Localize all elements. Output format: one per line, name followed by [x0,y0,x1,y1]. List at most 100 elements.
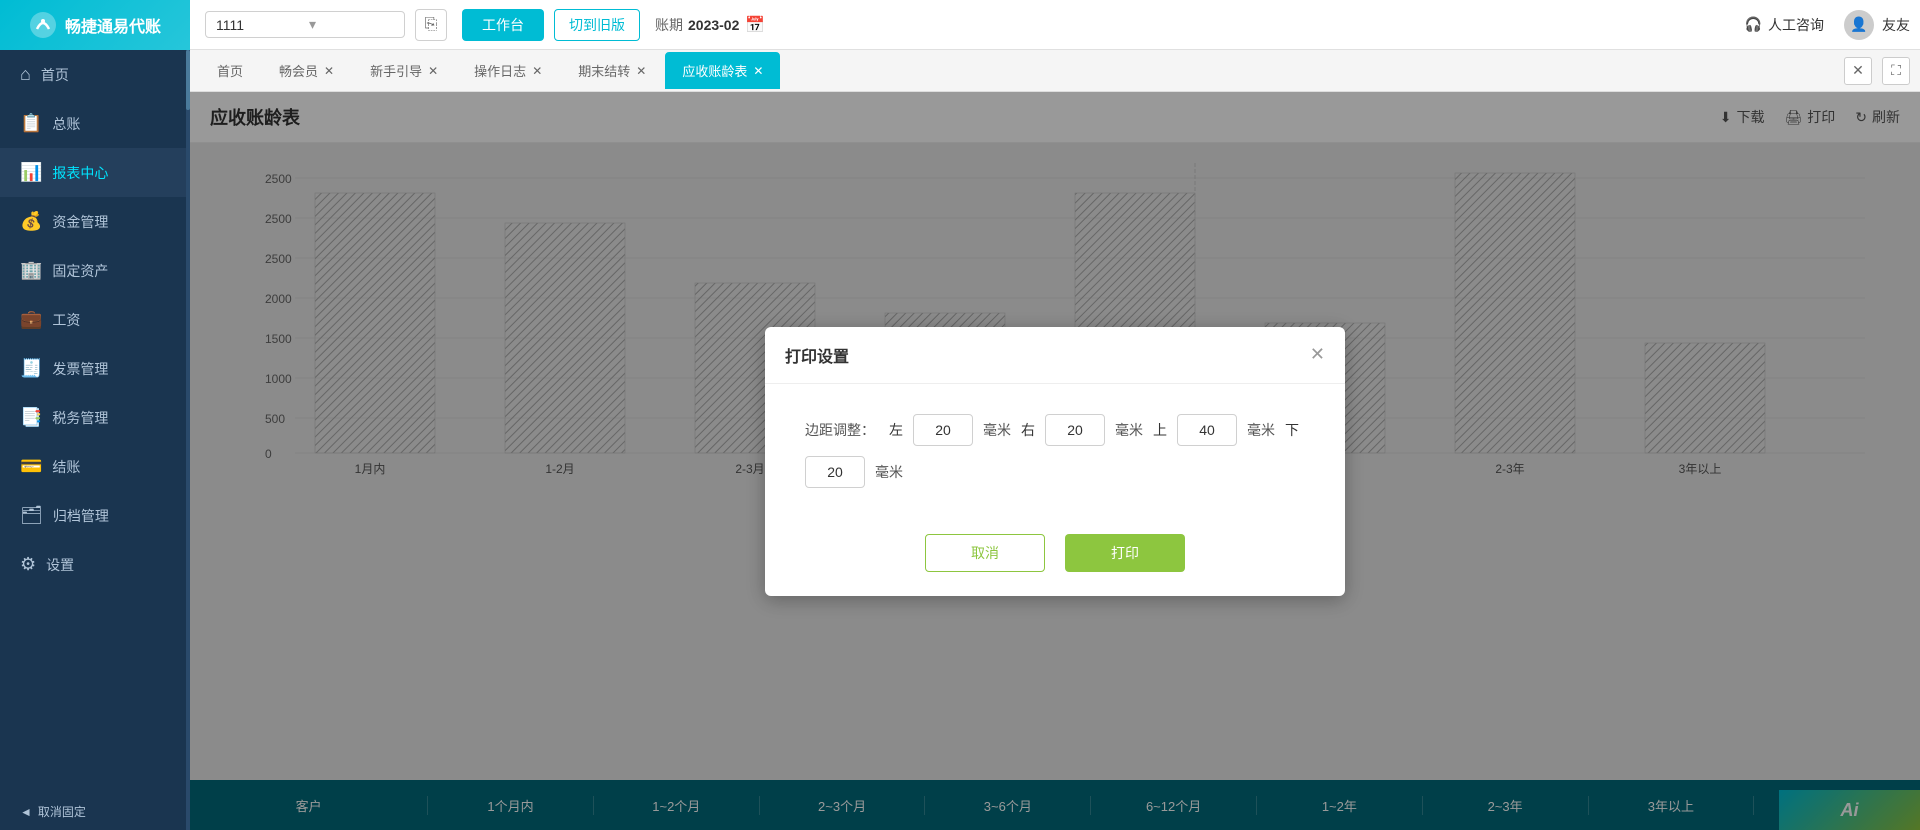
right-unit: 毫米 [1115,420,1143,440]
logo-text: 畅捷通易代账 [65,13,161,37]
calendar-icon[interactable]: 📅 [745,15,765,35]
sidebar-item-ledger[interactable]: 📋总账 [0,99,190,148]
sidebar-item-reports[interactable]: 📊 报表中心 [0,148,190,197]
right-direction-label: 右 [1021,420,1035,440]
modal-body: 边距调整： 左 毫米 右 毫米 上 毫米 下 毫米 [765,384,1345,518]
sidebar-items: ⌂ 首页 📋总账 📊 报表中心 💰 资金管理 🏢 固定资产 💼 工资 🧾发票管理 📑 税务管理 💳 结账 🗂 归档… [0,50,190,589]
tab-首页[interactable]: 首页 [200,52,260,89]
sidebar-label-funds: 资金管理 [52,212,108,232]
assets-icon: 🏢 [20,260,42,281]
sidebar: ⌂ 首页 📋总账 📊 报表中心 💰 资金管理 🏢 固定资产 💼 工资 🧾发票管理 📑 税务管理 💳 结账 🗂 归档… [0,50,190,830]
left-unit: 毫米 [983,420,1011,440]
tab-close-icon[interactable]: ✕ [532,64,542,78]
reports-icon: 📊 [20,162,42,183]
salary-icon: 💼 [20,309,42,330]
logo: 畅捷通易代账 [0,0,190,50]
sidebar-item-archive[interactable]: 🗂 归档管理 [0,491,190,540]
service-label: 人工咨询 [1768,15,1824,35]
tab-close-icon[interactable]: ✕ [324,64,334,78]
tabs-container: 首页畅会员✕新手引导✕操作日志✕期末结转✕应收账龄表✕ [200,52,782,89]
ledger-icon: 📋 [20,113,42,134]
sidebar-label-tax: 税务管理 [52,408,108,428]
tab-新手引导[interactable]: 新手引导 ✕ [353,52,455,89]
tab-label: 畅会员 [279,61,318,80]
print-confirm-button[interactable]: 打印 [1065,534,1185,572]
sidebar-item-invoice[interactable]: 🧾发票管理 [0,344,190,393]
margin-row: 边距调整： 左 毫米 右 毫米 上 毫米 下 毫米 [805,414,1305,488]
settings-icon: ⚙ [20,554,36,575]
funds-icon: 💰 [20,211,42,232]
sidebar-label-home: 首页 [41,65,69,85]
sidebar-collapse-button[interactable]: ◄ 取消固定 [0,793,190,830]
switch-old-button[interactable]: 切到旧版 [554,9,640,41]
tab-label: 操作日志 [474,61,526,80]
print-settings-modal: 打印设置 ✕ 边距调整： 左 毫米 右 毫米 上 [765,327,1345,596]
sidebar-label-settle: 结账 [52,457,80,477]
tab-期末结转[interactable]: 期末结转✕ [561,52,663,89]
sidebar-label-reports: 报表中心 [52,163,108,183]
tab-close-icon[interactable]: ✕ [428,64,438,78]
tab-应收账龄表[interactable]: 应收账龄表 ✕ [665,52,780,89]
tabs-bar: 首页畅会员✕新手引导✕操作日志✕期末结转✕应收账龄表✕ ✕ ⛶ [190,50,1920,92]
archive-icon: 🗂 [20,505,43,526]
service-button[interactable]: 🎧 人工咨询 [1745,15,1824,35]
tab-畅会员[interactable]: 畅会员 ✕ [262,52,351,89]
tabs-right-actions: ✕ ⛶ [1844,57,1910,85]
top-unit: 毫米 [1247,420,1275,440]
modal-header: 打印设置 ✕ [765,327,1345,384]
workbench-button[interactable]: 工作台 [462,9,544,41]
tab-label: 应收账龄表 [682,61,747,80]
copy-icon-button[interactable]: ⎘ [415,9,447,41]
modal-close-button[interactable]: ✕ [1310,344,1325,365]
right-margin-input[interactable] [1045,414,1105,446]
sidebar-item-settings[interactable]: ⚙ 设置 [0,540,190,589]
user-label: 友友 [1882,15,1910,35]
settle-icon: 💳 [20,456,42,477]
tab-label: 新手引导 [370,61,422,80]
main-layout: ⌂ 首页 📋总账 📊 报表中心 💰 资金管理 🏢 固定资产 💼 工资 🧾发票管理 📑 税务管理 💳 结账 🗂 归档… [0,50,1920,830]
user-area[interactable]: 👤 友友 [1844,10,1910,40]
sidebar-label-settings: 设置 [46,555,74,575]
collapse-label: 取消固定 [38,803,86,820]
collapse-icon: ◄ [20,805,32,819]
close-tab-button[interactable]: ✕ [1844,57,1872,85]
company-selector[interactable]: 1111 ▾ [205,11,405,38]
company-dropdown-icon: ▾ [309,16,394,33]
bottom-unit: 毫米 [875,462,903,482]
user-icon: 👤 [1850,16,1867,33]
modal-title: 打印设置 [785,343,849,367]
bottom-margin-input[interactable] [805,456,865,488]
cancel-button[interactable]: 取消 [925,534,1045,572]
tab-label: 首页 [217,61,243,80]
copy-icon: ⎘ [425,16,438,34]
sidebar-item-assets[interactable]: 🏢 固定资产 [0,246,190,295]
tab-close-icon[interactable]: ✕ [636,64,646,78]
top-margin-input[interactable] [1177,414,1237,446]
sidebar-item-funds[interactable]: 💰 资金管理 [0,197,190,246]
avatar: 👤 [1844,10,1874,40]
sidebar-label-assets: 固定资产 [52,261,108,281]
sidebar-item-settle[interactable]: 💳 结账 [0,442,190,491]
content-area: 首页畅会员✕新手引导✕操作日志✕期末结转✕应收账龄表✕ ✕ ⛶ 应收账龄表 ⬇ … [190,50,1920,830]
top-direction-label: 上 [1153,420,1167,440]
tax-icon: 📑 [20,407,42,428]
left-margin-input[interactable] [913,414,973,446]
bottom-direction-label: 下 [1285,420,1299,440]
tab-close-icon[interactable]: ✕ [753,64,763,78]
home-icon: ⌂ [20,64,31,85]
sidebar-label-archive: 归档管理 [53,506,109,526]
company-name: 1111 [216,17,301,33]
header-right: 🎧 人工咨询 👤 友友 [1745,10,1910,40]
sidebar-label-salary: 工资 [52,310,80,330]
sidebar-label-invoice: 发票管理 [52,359,108,379]
maximize-tab-button[interactable]: ⛶ [1882,57,1910,85]
tab-操作日志[interactable]: 操作日志 ✕ [457,52,559,89]
period-label: 账期 [655,15,683,35]
logo-icon [29,11,57,39]
sidebar-item-tax[interactable]: 📑 税务管理 [0,393,190,442]
sidebar-item-home[interactable]: ⌂ 首页 [0,50,190,99]
left-direction-label: 左 [889,420,903,440]
sidebar-item-salary[interactable]: 💼 工资 [0,295,190,344]
page-content: 应收账龄表 ⬇ 下载 🖨 打印 ↻ 刷新 [190,92,1920,830]
headset-icon: 🎧 [1745,16,1762,33]
